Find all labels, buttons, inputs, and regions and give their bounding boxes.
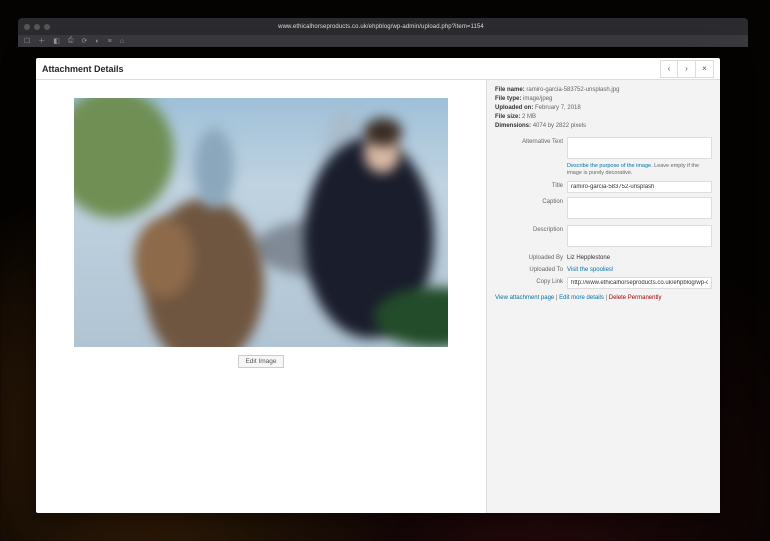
alt-text-hint: Describe the purpose of the image. Leave… xyxy=(567,163,712,177)
meta-uploaded-on: Uploaded on: February 7, 2018 xyxy=(495,104,712,113)
edit-more-link[interactable]: Edit more details xyxy=(559,295,604,301)
attachment-image xyxy=(74,98,448,347)
toolbar-icons: ☐＋◧⎙ ⟳◐≡⌂ xyxy=(18,35,748,47)
window-controls xyxy=(24,24,50,30)
edit-image-button[interactable]: Edit Image xyxy=(238,355,283,368)
copy-link-label: Copy Link xyxy=(495,277,563,285)
alt-text-label: Alternative Text xyxy=(495,137,563,145)
caption-label: Caption xyxy=(495,197,563,205)
alt-text-input[interactable] xyxy=(567,137,712,159)
delete-permanently-link[interactable]: Delete Permanently xyxy=(609,295,662,301)
description-label: Description xyxy=(495,225,563,233)
attachment-actions: View attachment page | Edit more details… xyxy=(495,295,712,301)
next-attachment-button[interactable]: › xyxy=(678,60,696,78)
uploaded-to-link[interactable]: Visit the spoolies! xyxy=(567,267,614,273)
alt-hint-link[interactable]: Describe the purpose of the image xyxy=(567,163,651,169)
attachment-details-modal: Attachment Details ‹ › × Edit Image File… xyxy=(36,58,720,513)
view-attachment-link[interactable]: View attachment page xyxy=(495,295,554,301)
meta-filetype: File type: image/jpeg xyxy=(495,95,712,104)
close-modal-button[interactable]: × xyxy=(696,60,714,78)
copy-link-input[interactable] xyxy=(567,277,712,289)
title-label: Title xyxy=(495,181,563,189)
uploaded-by-label: Uploaded By xyxy=(495,253,563,261)
meta-filesize: File size: 2 MB xyxy=(495,113,712,122)
browser-toolbar: www.ethicalhorseproducts.co.uk/ehpblog/w… xyxy=(18,18,748,35)
uploaded-to-label: Uploaded To xyxy=(495,265,563,273)
uploaded-by-value: Liz Hepplestone xyxy=(567,253,610,261)
meta-dimensions: Dimensions: 4074 by 2822 pixels xyxy=(495,122,712,131)
title-input[interactable] xyxy=(567,181,712,193)
media-preview-column: Edit Image xyxy=(36,80,486,513)
url-bar[interactable]: www.ethicalhorseproducts.co.uk/ehpblog/w… xyxy=(50,24,712,30)
modal-header: Attachment Details ‹ › × xyxy=(36,58,720,80)
modal-title: Attachment Details xyxy=(42,64,124,74)
description-input[interactable] xyxy=(567,225,712,247)
details-sidebar: File name: ramiro-garcia-583752-unsplash… xyxy=(486,80,720,513)
meta-filename: File name: ramiro-garcia-583752-unsplash… xyxy=(495,86,712,95)
prev-attachment-button[interactable]: ‹ xyxy=(660,60,678,78)
caption-input[interactable] xyxy=(567,197,712,219)
